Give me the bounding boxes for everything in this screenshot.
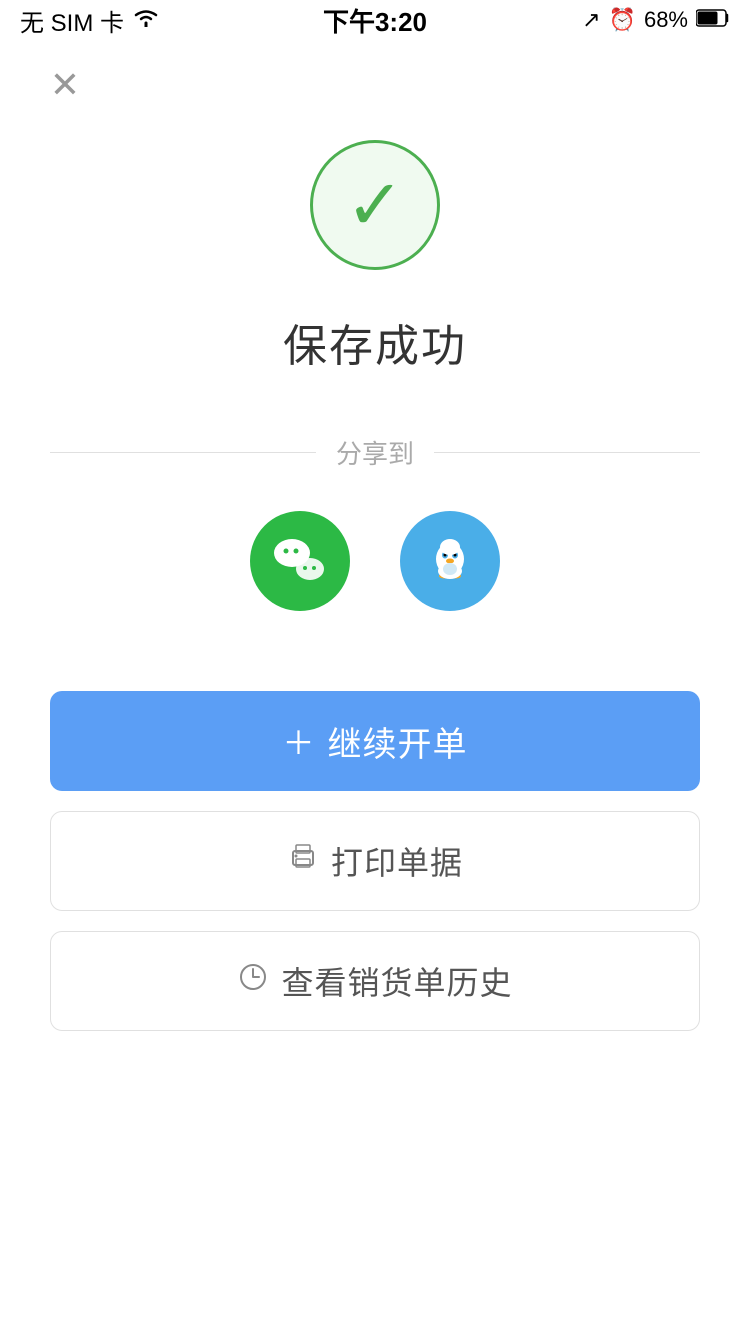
success-title: 保存成功 (283, 310, 467, 374)
print-icon (287, 841, 319, 881)
battery-icon (696, 7, 730, 33)
no-sim-text: 无 SIM 卡 (20, 3, 124, 38)
share-divider: 分享到 (50, 434, 700, 471)
wechat-share-button[interactable] (250, 511, 350, 611)
alarm-icon: ⏰ (609, 7, 636, 33)
history-label: 查看销货单历史 (281, 958, 512, 1004)
share-icons (250, 511, 500, 611)
continue-order-button[interactable]: ＋ 继续开单 (50, 691, 700, 791)
view-history-button[interactable]: 查看销货单历史 (50, 931, 700, 1031)
location-icon: ↗ (582, 7, 600, 33)
checkmark-icon: ✓ (346, 170, 405, 240)
close-icon: ✕ (50, 67, 80, 103)
qq-icon (422, 533, 478, 589)
continue-order-label: 继续开单 (328, 717, 468, 766)
wechat-icon (270, 531, 330, 591)
action-buttons: ＋ 继续开单 打印单据 查看销货单历史 (50, 691, 700, 1031)
success-circle: ✓ (310, 140, 440, 270)
status-bar: 无 SIM 卡 下午3:20 ↗ ⏰ 68% (0, 0, 750, 40)
divider-left (50, 452, 316, 453)
wifi-icon (132, 6, 160, 34)
qq-share-button[interactable] (400, 511, 500, 611)
status-right: ↗ ⏰ 68% (582, 7, 730, 33)
close-button[interactable]: ✕ (40, 60, 90, 110)
history-icon (237, 961, 269, 1001)
plus-icon: ＋ (282, 718, 315, 764)
status-time: 下午3:20 (323, 2, 427, 39)
main-content: ✓ 保存成功 分享到 (0, 40, 750, 1051)
print-button[interactable]: 打印单据 (50, 811, 700, 911)
share-label: 分享到 (336, 434, 414, 471)
status-left: 无 SIM 卡 (20, 3, 160, 38)
battery-text: 68% (644, 7, 688, 33)
print-label: 打印单据 (331, 838, 463, 884)
divider-right (434, 452, 700, 453)
